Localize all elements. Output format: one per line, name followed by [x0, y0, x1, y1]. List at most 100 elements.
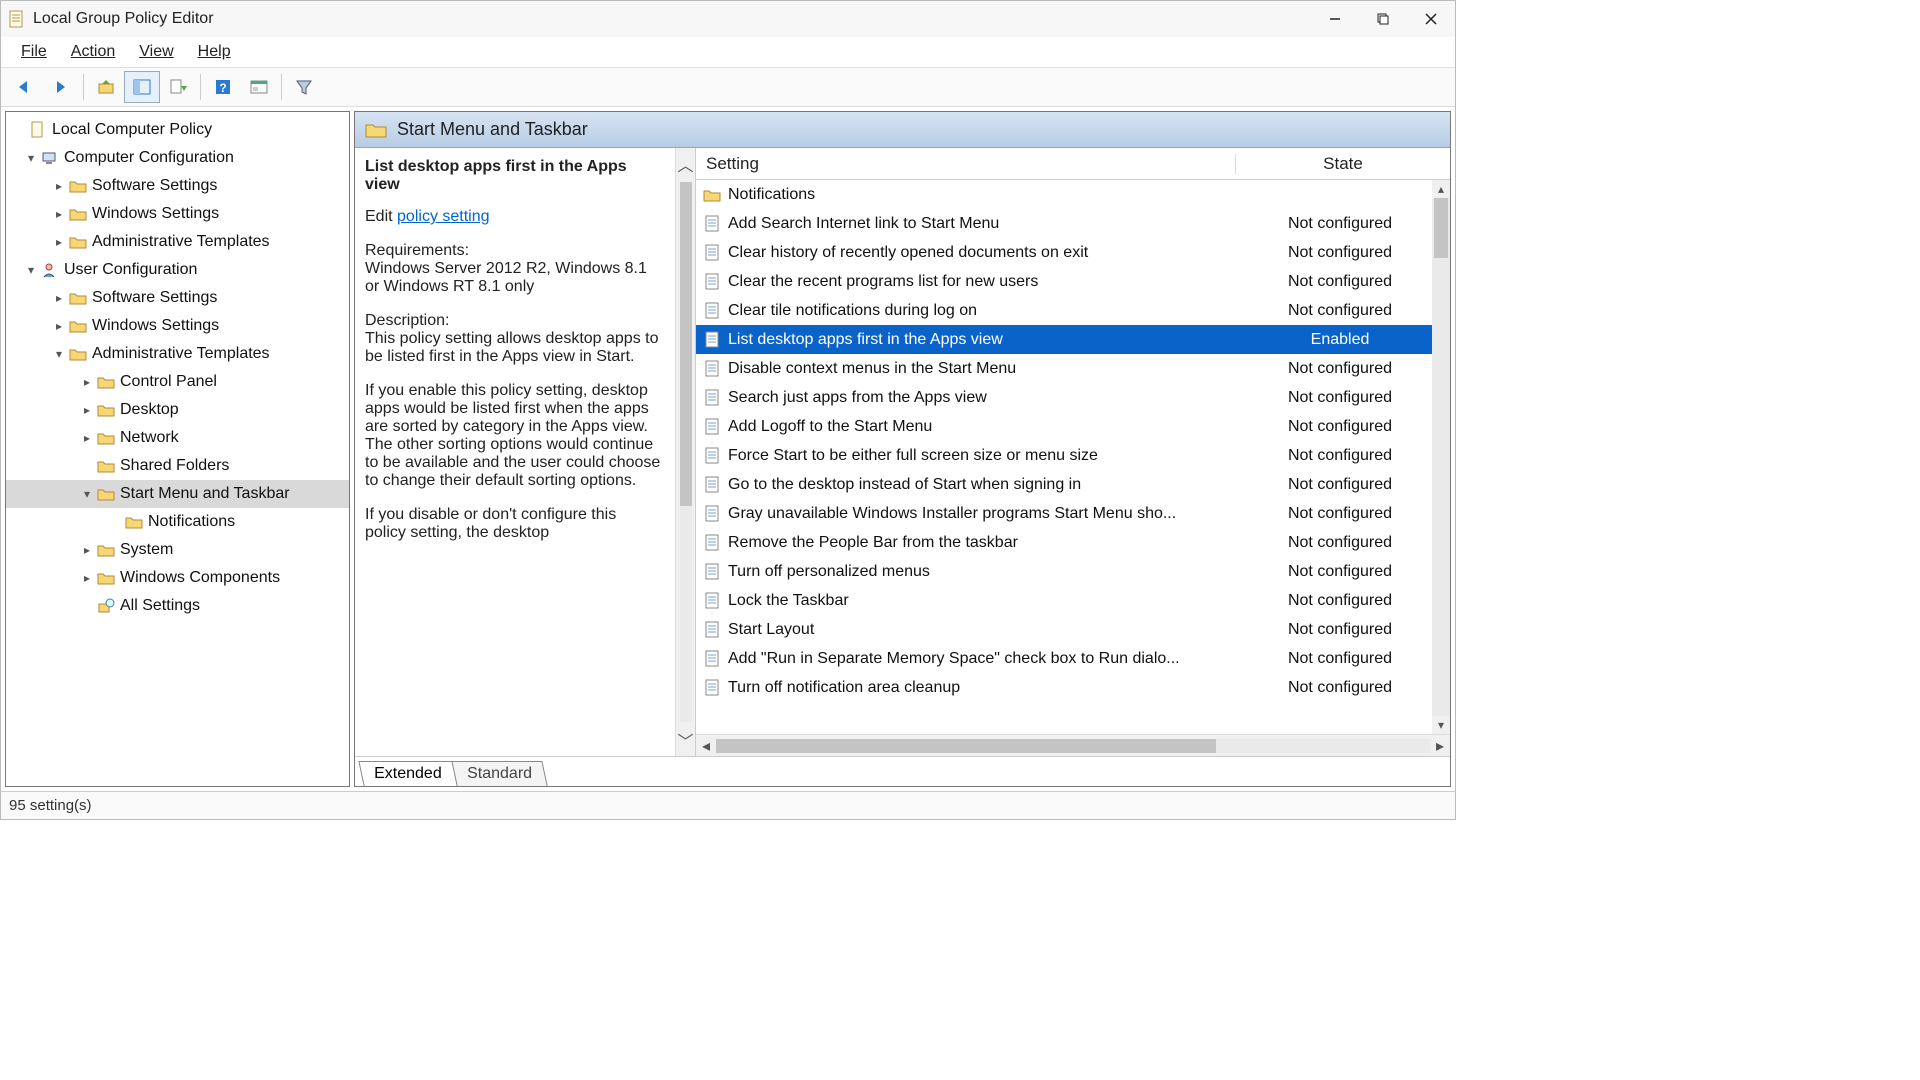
expand-icon[interactable]: ▸ — [78, 571, 96, 585]
expand-icon[interactable]: ▸ — [50, 179, 68, 193]
collapse-icon[interactable]: ▾ — [22, 263, 40, 277]
scroll-left-icon[interactable]: ◂ — [696, 736, 716, 756]
tree-computer-configuration[interactable]: ▾ Computer Configuration — [6, 144, 349, 172]
list-row[interactable]: Go to the desktop instead of Start when … — [696, 470, 1450, 499]
tree-notifications[interactable]: Notifications — [6, 508, 349, 536]
back-button[interactable] — [7, 71, 43, 103]
scroll-up-icon[interactable]: ︿ — [677, 152, 693, 176]
tree-shared-folders[interactable]: Shared Folders — [6, 452, 349, 480]
tab-extended[interactable]: Extended — [358, 761, 457, 786]
properties-button[interactable] — [241, 71, 277, 103]
tree-control-panel[interactable]: ▸ Control Panel — [6, 368, 349, 396]
description-scrollbar[interactable]: ︿ ﹀ — [675, 148, 695, 756]
scroll-up-icon[interactable]: ▴ — [1432, 180, 1450, 198]
tree-uc-software[interactable]: ▸Software Settings — [6, 284, 349, 312]
edit-policy-link[interactable]: policy setting — [397, 208, 490, 225]
setting-state: Not configured — [1230, 360, 1450, 378]
policy-icon — [700, 302, 724, 320]
list-horizontal-scrollbar[interactable]: ◂ ▸ — [696, 734, 1450, 756]
scroll-down-icon[interactable]: ﹀ — [677, 728, 693, 752]
tree-start-menu-taskbar[interactable]: ▾Start Menu and Taskbar — [6, 480, 349, 508]
show-hide-tree-button[interactable] — [124, 71, 160, 103]
scroll-thumb[interactable] — [716, 739, 1216, 753]
scroll-track[interactable] — [1432, 198, 1450, 716]
svg-text:?: ? — [219, 81, 226, 95]
collapse-icon[interactable]: ▾ — [50, 347, 68, 361]
tree-desktop[interactable]: ▸Desktop — [6, 396, 349, 424]
list-row[interactable]: Search just apps from the Apps viewNot c… — [696, 383, 1450, 412]
expand-icon[interactable]: ▸ — [50, 291, 68, 305]
list-row[interactable]: Disable context menus in the Start MenuN… — [696, 354, 1450, 383]
list-row[interactable]: Remove the People Bar from the taskbarNo… — [696, 528, 1450, 557]
tree-network[interactable]: ▸Network — [6, 424, 349, 452]
list-row[interactable]: Clear tile notifications during log onNo… — [696, 296, 1450, 325]
list-row[interactable]: Turn off notification area cleanupNot co… — [696, 673, 1450, 702]
scroll-track[interactable] — [680, 182, 692, 722]
expand-icon[interactable]: ▸ — [50, 235, 68, 249]
list-row[interactable]: Add Search Internet link to Start MenuNo… — [696, 209, 1450, 238]
column-setting[interactable]: Setting — [696, 154, 1236, 174]
policy-icon — [700, 621, 724, 639]
tree-cc-admin[interactable]: ▸Administrative Templates — [6, 228, 349, 256]
minimize-button[interactable] — [1311, 1, 1359, 37]
setting-name: Search just apps from the Apps view — [724, 389, 1230, 407]
maximize-button[interactable] — [1359, 1, 1407, 37]
folder-icon — [68, 288, 88, 308]
tree-root[interactable]: Local Computer Policy — [6, 116, 349, 144]
collapse-icon[interactable]: ▾ — [78, 487, 96, 501]
description-p3: If you disable or don't configure this p… — [365, 506, 661, 542]
expand-icon[interactable]: ▸ — [78, 543, 96, 557]
tree-uc-windows[interactable]: ▸Windows Settings — [6, 312, 349, 340]
list-row[interactable]: List desktop apps first in the Apps view… — [696, 325, 1450, 354]
menu-action[interactable]: Action — [59, 39, 127, 65]
tab-standard[interactable]: Standard — [451, 761, 547, 786]
list-row[interactable]: Gray unavailable Windows Installer progr… — [696, 499, 1450, 528]
tree-uc-admin[interactable]: ▾Administrative Templates — [6, 340, 349, 368]
details-header: Start Menu and Taskbar — [355, 112, 1450, 148]
menu-file[interactable]: File — [9, 39, 59, 65]
requirements-label: Requirements: — [365, 242, 661, 260]
tree-cc-windows[interactable]: ▸Windows Settings — [6, 200, 349, 228]
up-level-button[interactable] — [88, 71, 124, 103]
tree-user-configuration[interactable]: ▾ User Configuration — [6, 256, 349, 284]
help-button[interactable]: ? — [205, 71, 241, 103]
menu-view[interactable]: View — [127, 39, 185, 65]
list-row[interactable]: Add Logoff to the Start MenuNot configur… — [696, 412, 1450, 441]
folder-icon — [96, 568, 116, 588]
list-row[interactable]: Lock the TaskbarNot configured — [696, 586, 1450, 615]
tree-all-settings[interactable]: All Settings — [6, 592, 349, 620]
expand-icon[interactable]: ▸ — [78, 431, 96, 445]
tree-system[interactable]: ▸System — [6, 536, 349, 564]
list-row[interactable]: Force Start to be either full screen siz… — [696, 441, 1450, 470]
expand-icon[interactable]: ▸ — [78, 375, 96, 389]
scroll-thumb[interactable] — [680, 182, 692, 506]
scroll-track[interactable] — [716, 739, 1430, 753]
tree-label: Control Panel — [120, 373, 217, 391]
list-row[interactable]: Start LayoutNot configured — [696, 615, 1450, 644]
export-list-button[interactable] — [160, 71, 196, 103]
expand-icon[interactable]: ▸ — [78, 403, 96, 417]
forward-button[interactable] — [43, 71, 79, 103]
scroll-down-icon[interactable]: ▾ — [1432, 716, 1450, 734]
list-vertical-scrollbar[interactable]: ▴ ▾ — [1432, 180, 1450, 734]
tree-cc-software[interactable]: ▸Software Settings — [6, 172, 349, 200]
list-row[interactable]: Turn off personalized menusNot configure… — [696, 557, 1450, 586]
column-state[interactable]: State — [1236, 154, 1450, 174]
collapse-icon[interactable]: ▾ — [22, 151, 40, 165]
expand-icon[interactable]: ▸ — [50, 319, 68, 333]
filter-button[interactable] — [286, 71, 322, 103]
list-row[interactable]: Clear history of recently opened documen… — [696, 238, 1450, 267]
list-row[interactable]: Notifications — [696, 180, 1450, 209]
scroll-thumb[interactable] — [1434, 198, 1448, 258]
tree-pane[interactable]: Local Computer Policy ▾ Computer Configu… — [5, 111, 350, 787]
list-row[interactable]: Add "Run in Separate Memory Space" check… — [696, 644, 1450, 673]
expand-icon[interactable]: ▸ — [50, 207, 68, 221]
close-button[interactable] — [1407, 1, 1455, 37]
menu-help[interactable]: Help — [186, 39, 243, 65]
tree-windows-components[interactable]: ▸Windows Components — [6, 564, 349, 592]
scroll-right-icon[interactable]: ▸ — [1430, 736, 1450, 756]
description-p1: This policy setting allows desktop apps … — [365, 330, 661, 366]
setting-state: Not configured — [1230, 389, 1450, 407]
list-row[interactable]: Clear the recent programs list for new u… — [696, 267, 1450, 296]
list-rows[interactable]: NotificationsAdd Search Internet link to… — [696, 180, 1450, 734]
